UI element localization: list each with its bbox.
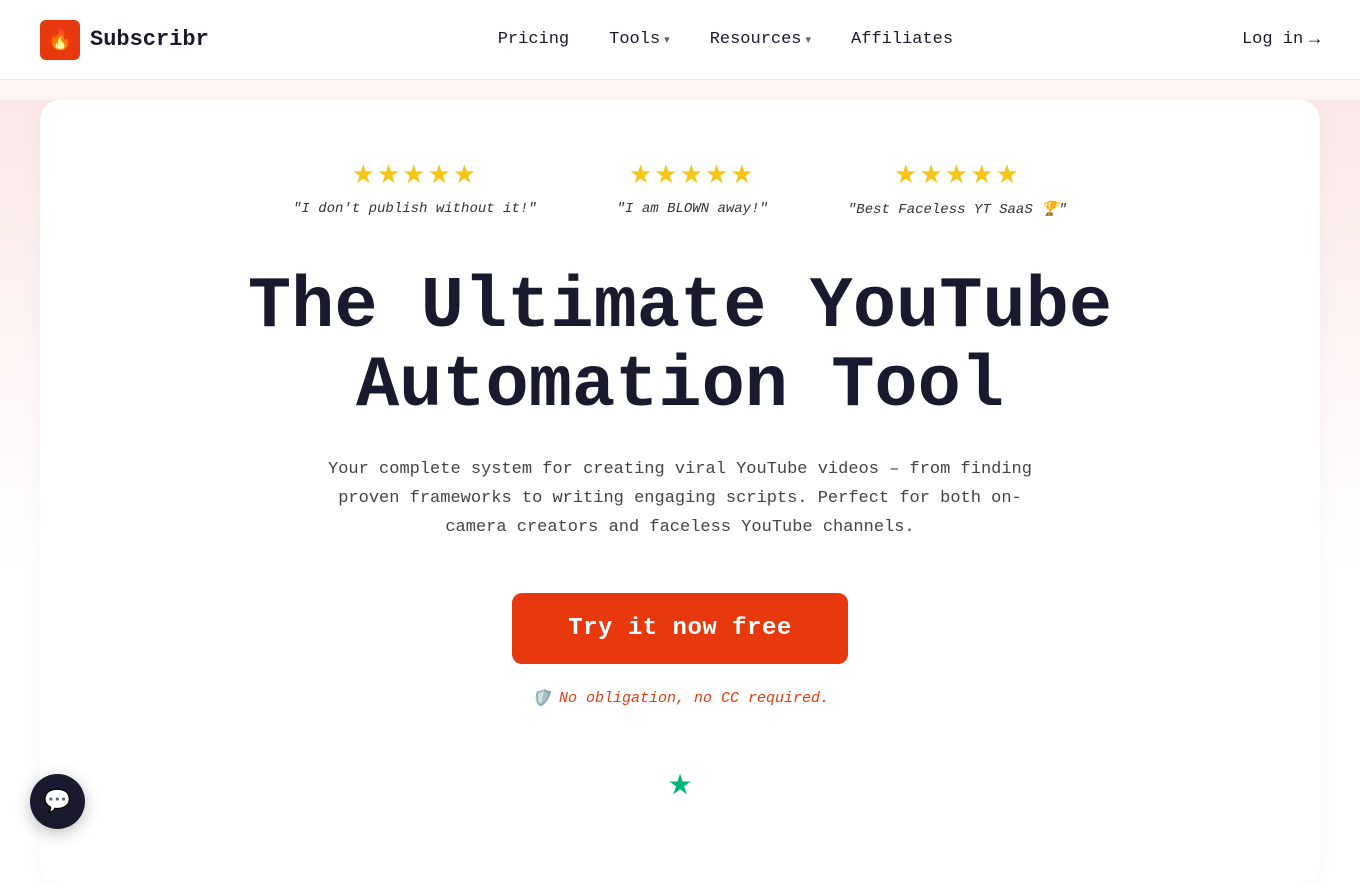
quote-3: "Best Faceless YT SaaS 🏆" bbox=[848, 201, 1067, 218]
hero-subtext: Your complete system for creating viral … bbox=[310, 456, 1050, 543]
stars-3: ★★★★★ bbox=[894, 160, 1021, 191]
cta-button[interactable]: Try it now free bbox=[512, 593, 848, 664]
headline-line2: Automation Tool bbox=[356, 347, 1004, 426]
review-3: ★★★★★ "Best Faceless YT SaaS 🏆" bbox=[848, 160, 1067, 218]
tools-chevron-icon: ▾ bbox=[664, 33, 670, 47]
nav-item-affiliates[interactable]: Affiliates bbox=[851, 30, 953, 49]
reviews-row: ★★★★★ "I don't publish without it!" ★★★★… bbox=[80, 160, 1280, 218]
hero-section: ★★★★★ "I don't publish without it!" ★★★★… bbox=[0, 100, 1360, 883]
logo-link[interactable]: 🔥 Subscribr bbox=[40, 20, 209, 60]
navbar: 🔥 Subscribr Pricing Tools ▾ Resources ▾ … bbox=[0, 0, 1360, 80]
pricing-link[interactable]: Pricing bbox=[498, 30, 569, 49]
nav-item-resources[interactable]: Resources ▾ bbox=[710, 30, 811, 49]
review-1: ★★★★★ "I don't publish without it!" bbox=[293, 160, 537, 218]
headline-line1: The Ultimate YouTube bbox=[80, 268, 1280, 347]
shield-icon: 🛡️ bbox=[531, 688, 551, 708]
quote-2: "I am BLOWN away!" bbox=[617, 201, 768, 217]
stars-2: ★★★★★ bbox=[629, 160, 756, 191]
tools-link[interactable]: Tools bbox=[609, 30, 660, 49]
login-label: Log in bbox=[1242, 30, 1303, 49]
nav-links: Pricing Tools ▾ Resources ▾ Affiliates bbox=[498, 30, 953, 49]
review-2: ★★★★★ "I am BLOWN away!" bbox=[617, 160, 768, 218]
no-obligation-row: 🛡️ No obligation, no CC required. bbox=[80, 688, 1280, 708]
nav-item-pricing[interactable]: Pricing bbox=[498, 30, 569, 49]
chat-bubble-button[interactable]: 💬 bbox=[30, 774, 85, 829]
bottom-teaser: ★ bbox=[80, 768, 1280, 803]
login-arrow-icon: → bbox=[1309, 30, 1320, 50]
cta-container: Try it now free bbox=[80, 593, 1280, 684]
no-obligation-text: No obligation, no CC required. bbox=[559, 690, 829, 707]
nav-item-tools[interactable]: Tools ▾ bbox=[609, 30, 670, 49]
chat-icon: 💬 bbox=[44, 789, 71, 815]
logo-text: Subscribr bbox=[90, 27, 209, 52]
resources-chevron-icon: ▾ bbox=[806, 33, 812, 47]
stars-1: ★★★★★ bbox=[352, 160, 479, 191]
main-headline: The Ultimate YouTube Automation Tool bbox=[80, 268, 1280, 426]
logo-icon: 🔥 bbox=[40, 20, 80, 60]
quote-1: "I don't publish without it!" bbox=[293, 201, 537, 217]
main-card: ★★★★★ "I don't publish without it!" ★★★★… bbox=[40, 100, 1320, 883]
resources-link[interactable]: Resources bbox=[710, 30, 802, 49]
trustpilot-star-icon: ★ bbox=[667, 768, 692, 803]
affiliates-link[interactable]: Affiliates bbox=[851, 30, 953, 49]
login-link[interactable]: Log in → bbox=[1242, 30, 1320, 50]
